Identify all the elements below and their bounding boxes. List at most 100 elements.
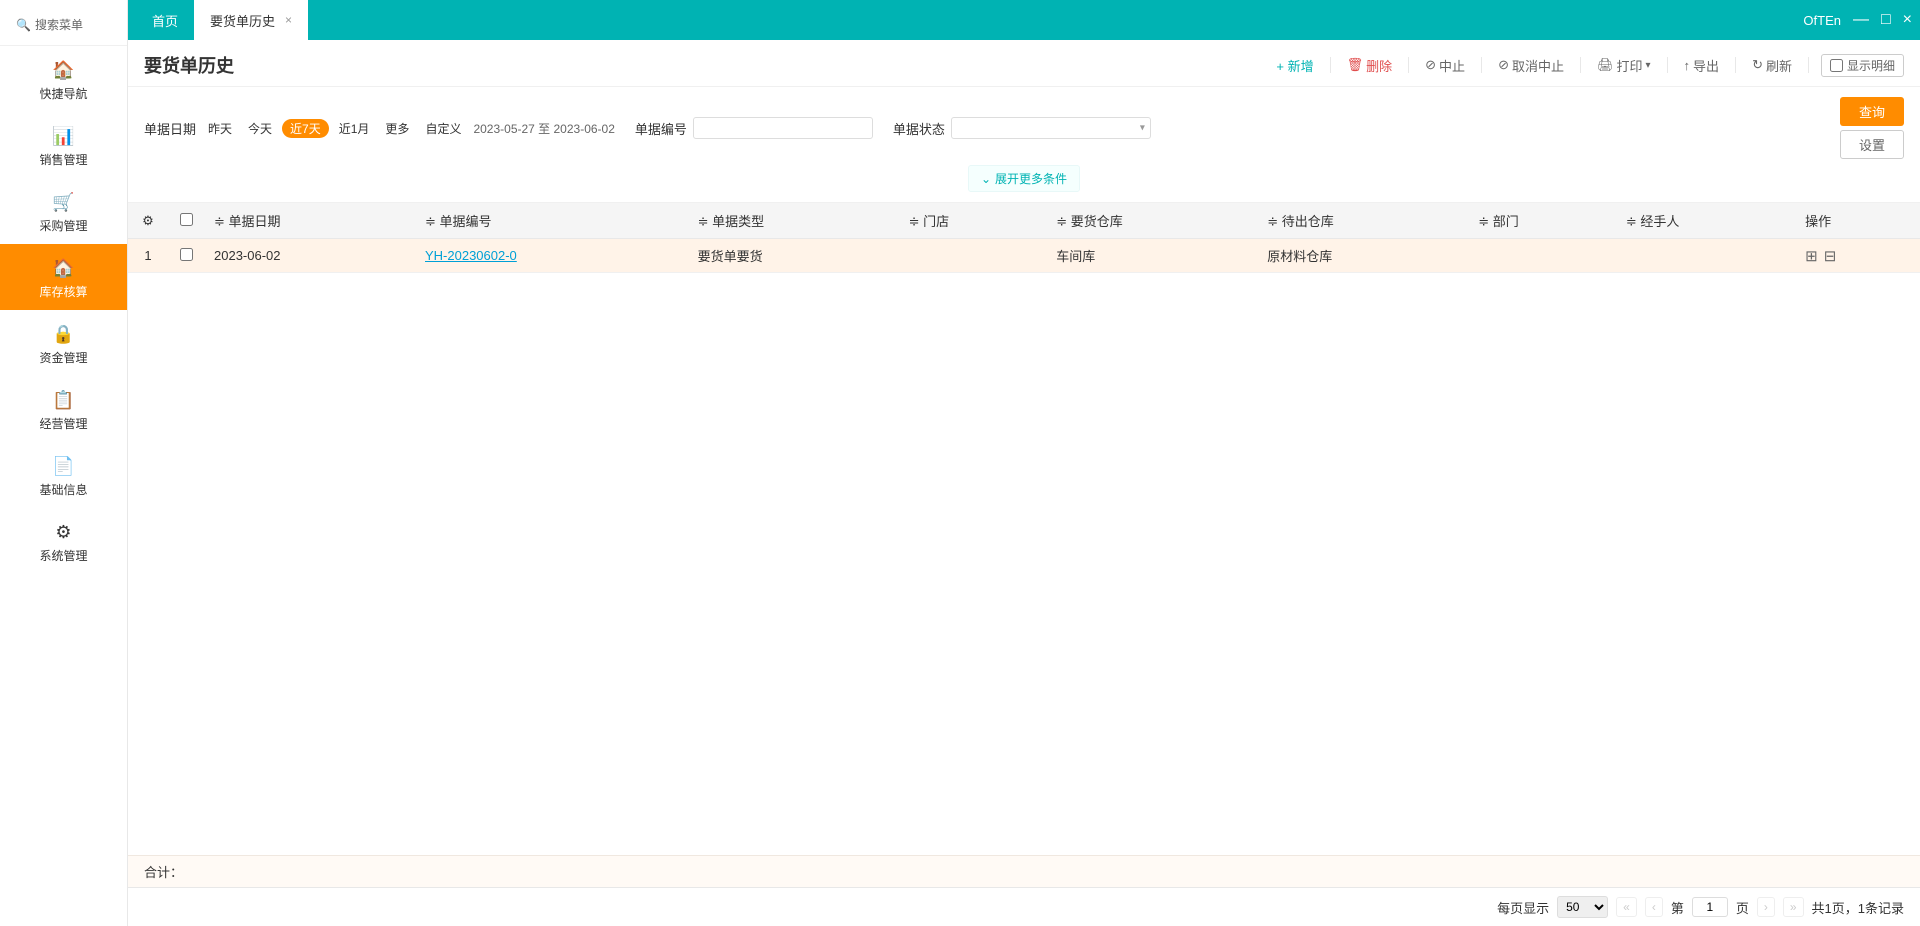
topbar: 首页要货单历史× OfTEn — □ × [128,0,1920,40]
sep3 [1481,57,1482,73]
col-pending-wh-header[interactable]: ≑ 待出仓库 [1257,203,1468,239]
per-page-label: 每页显示 [1497,898,1549,917]
date-option-last7[interactable]: 近7天 [282,119,329,138]
sep5 [1667,57,1668,73]
page-input[interactable] [1692,897,1728,917]
row-pending-wh: 原材料仓库 [1257,239,1468,273]
print-icon: 🖨 [1597,57,1614,73]
sidebar-item-inventory[interactable]: 🏠 库存核算 [0,244,127,310]
stop-icon: ⊘ [1425,57,1436,73]
sidebar-item-purchase[interactable]: 🛒 采购管理 [0,178,127,244]
col-order-type-header[interactable]: ≑ 单据类型 [688,203,899,239]
display-detail-input[interactable] [1830,59,1843,72]
page-suffix: 页 [1736,898,1749,917]
col-checkbox-header[interactable] [168,203,204,239]
window-minimize-btn[interactable]: — [1853,11,1869,29]
filter-area: 单据日期 昨天今天近7天近1月更多自定义 2023-05-27 至 2023-0… [128,87,1920,203]
col-store-header[interactable]: ≑ 门店 [899,203,1047,239]
last-page-btn[interactable]: » [1783,897,1804,917]
sidebar-item-sales[interactable]: 📊 销售管理 [0,112,127,178]
order-no-link[interactable]: YH-20230602-0 [425,248,517,263]
col-handler-label: ≑ 经手人 [1626,214,1680,229]
row-order-no[interactable]: YH-20230602-0 [415,239,688,273]
sidebar-item-finance[interactable]: 🔒 资金管理 [0,310,127,376]
col-dept-header[interactable]: ≑ 部门 [1468,203,1616,239]
refresh-icon: ↻ [1752,57,1763,73]
cancel-stop-button[interactable]: ⊘ 取消中止 [1494,54,1568,77]
sidebar-item-operation[interactable]: 📋 经营管理 [0,376,127,442]
row-date: 2023-06-02 [204,239,415,273]
status-label: 单据状态 [893,119,945,138]
main-table: ⚙ ≑ 单据日期 ≑ 单据编号 ≑ 单据类型 [128,203,1920,273]
add-button[interactable]: + 新增 [1272,54,1317,77]
table-header: ⚙ ≑ 单据日期 ≑ 单据编号 ≑ 单据类型 [128,203,1920,239]
sidebar-icon-purchase: 🛒 [52,192,74,213]
settings-button[interactable]: 设置 [1840,130,1904,159]
col-action-header: 操作 [1795,203,1920,239]
col-settings[interactable]: ⚙ [128,203,168,239]
status-select[interactable] [951,117,1151,139]
refresh-button[interactable]: ↻ 刷新 [1748,54,1796,77]
content-area: 要货单历史 + 新增 🗑 删除 ⊘ 中止 ⊘ 取消中止 [128,40,1920,926]
col-request-wh-label: ≑ 要货仓库 [1056,214,1123,229]
tab-label-home: 首页 [152,11,178,30]
sidebar-icon-inventory: 🏠 [52,258,74,279]
row-checkbox-cell[interactable] [168,239,204,273]
sep7 [1808,57,1809,73]
page-header: 要货单历史 + 新增 🗑 删除 ⊘ 中止 ⊘ 取消中止 [128,40,1920,87]
order-no-label: 单据编号 [635,119,687,138]
settings-gear-icon[interactable]: ⚙ [142,213,154,228]
sidebar-search-btn[interactable]: 🔍 搜索菜单 [10,12,117,37]
sep2 [1408,57,1409,73]
row-order-type: 要货单要货 [688,239,899,273]
col-dept-label: ≑ 部门 [1478,214,1519,229]
sidebar-item-quick-nav[interactable]: 🏠 快捷导航 [0,46,127,112]
print-chevron-icon: ▾ [1646,60,1651,71]
row-actions: ⊞ ⊟ [1795,239,1920,273]
topbar-tab-home[interactable]: 首页 [136,0,194,40]
display-detail-checkbox[interactable]: 显示明细 [1821,54,1904,77]
page-title: 要货单历史 [144,52,234,78]
tab-close-history[interactable]: × [285,13,292,27]
date-option-today[interactable]: 今天 [242,118,278,139]
sidebar-label-operation: 经营管理 [39,415,87,432]
delete-button[interactable]: 🗑 删除 [1343,54,1397,77]
window-maximize-btn[interactable]: □ [1881,11,1891,29]
col-request-wh-header[interactable]: ≑ 要货仓库 [1046,203,1257,239]
row-edit-icon[interactable]: ⊞ [1805,247,1818,265]
row-more-icon[interactable]: ⊟ [1824,247,1837,265]
date-option-yesterday[interactable]: 昨天 [202,118,238,139]
per-page-select[interactable]: 102050100 [1557,896,1608,918]
topbar-tab-history[interactable]: 要货单历史× [194,0,308,40]
sidebar-label-quick-nav: 快捷导航 [39,85,87,102]
date-option-last1month[interactable]: 近1月 [333,118,376,139]
search-button[interactable]: 查询 [1840,97,1904,126]
export-button[interactable]: ↑ 导出 [1680,54,1724,77]
first-page-btn[interactable]: « [1616,897,1637,917]
col-store-label: ≑ 门店 [909,214,950,229]
delete-icon: 🗑 [1347,57,1364,73]
date-option-custom[interactable]: 自定义 [419,118,467,139]
sidebar-item-basic[interactable]: 📄 基础信息 [0,442,127,508]
stop-button[interactable]: ⊘ 中止 [1421,54,1469,77]
total-info: 共1页，1条记录 [1812,898,1904,917]
row-checkbox[interactable] [180,248,193,261]
sidebar-label-inventory: 库存核算 [39,283,87,300]
filter-row-1: 单据日期 昨天今天近7天近1月更多自定义 2023-05-27 至 2023-0… [144,97,1904,159]
window-close-btn[interactable]: × [1903,11,1912,29]
col-order-no-header[interactable]: ≑ 单据编号 [415,203,688,239]
select-all-checkbox[interactable] [180,213,193,226]
order-no-input[interactable] [693,117,873,139]
sidebar-search-area[interactable]: 🔍 搜索菜单 [0,0,127,46]
row-request-wh: 车间库 [1046,239,1257,273]
next-page-btn[interactable]: › [1757,897,1775,917]
col-handler-header[interactable]: ≑ 经手人 [1616,203,1795,239]
expand-more-btn[interactable]: ⌄ 展开更多条件 [968,165,1080,192]
col-date-header[interactable]: ≑ 单据日期 [204,203,415,239]
sidebar-item-system[interactable]: ⚙ 系统管理 [0,508,127,574]
prev-page-btn[interactable]: ‹ [1645,897,1663,917]
date-option-more[interactable]: 更多 [379,118,415,139]
topbar-brand: OfTEn [1803,13,1841,28]
page-label: 第 [1671,898,1684,917]
print-button[interactable]: 🖨 打印 ▾ [1593,54,1655,77]
